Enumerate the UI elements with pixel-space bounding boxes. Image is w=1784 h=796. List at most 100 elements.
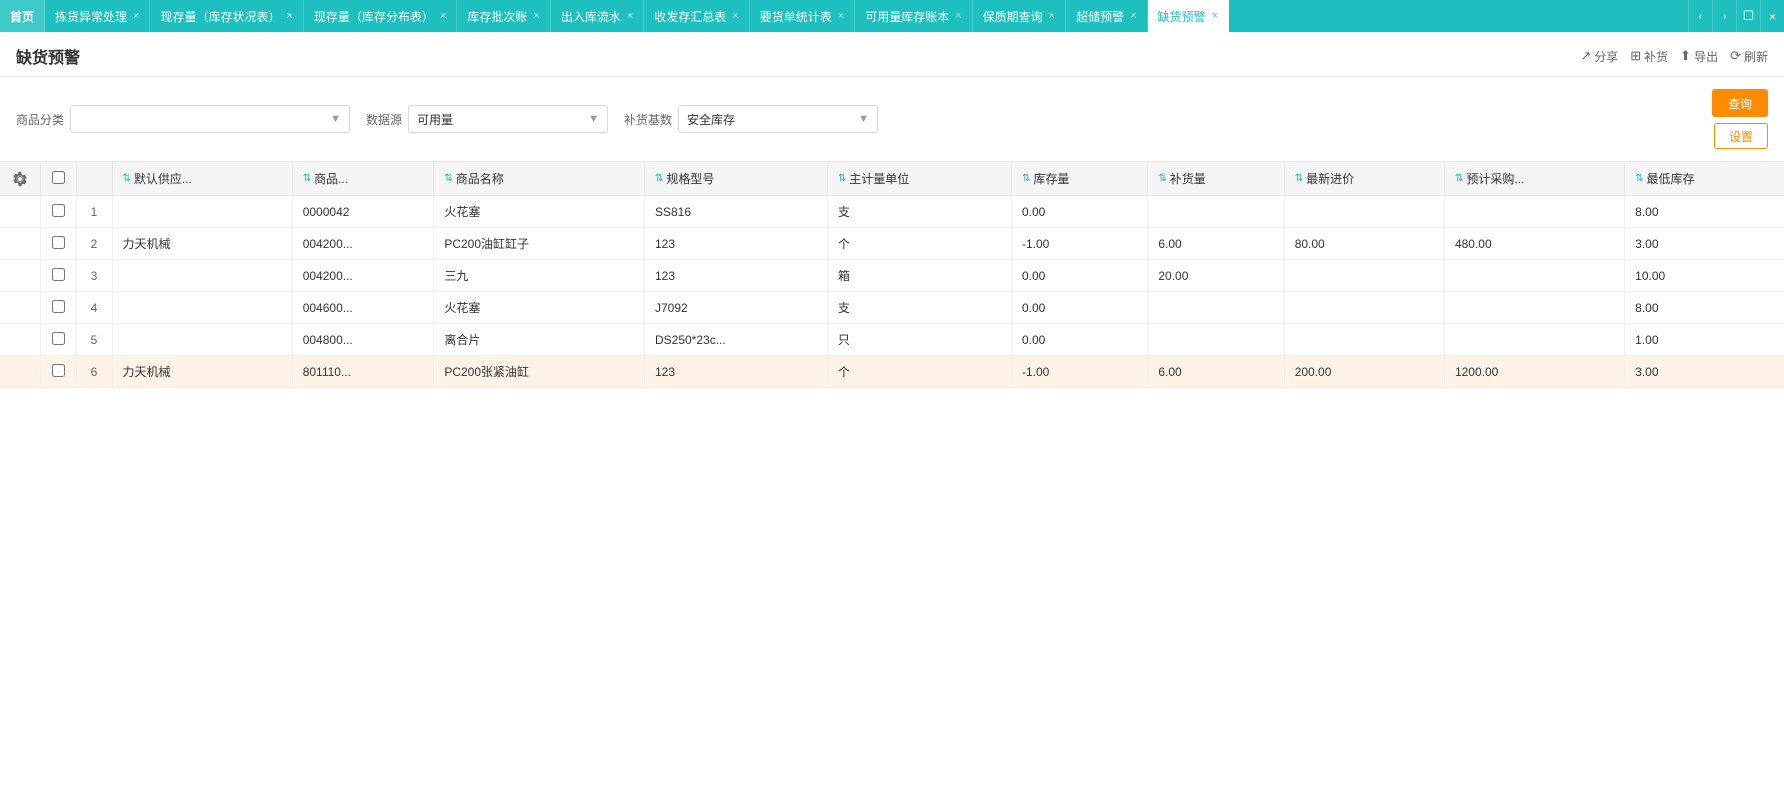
th-product-name[interactable]: ⇅商品名称 xyxy=(434,162,645,196)
spec-sort-icon: ⇅ xyxy=(655,173,663,184)
th-spec[interactable]: ⇅规格型号 xyxy=(645,162,828,196)
settings-button[interactable]: 设置 xyxy=(1714,123,1768,149)
row-settings-1[interactable] xyxy=(0,228,40,260)
row-check-5[interactable] xyxy=(52,364,65,377)
row-checkbox-1[interactable] xyxy=(40,228,76,260)
th-product-code[interactable]: ⇅商品... xyxy=(292,162,434,196)
nav-tab-summary[interactable]: 收发存汇总表× xyxy=(644,0,749,32)
row-settings-5[interactable] xyxy=(0,356,40,388)
th-min-stock[interactable]: ⇅最低库存 xyxy=(1625,162,1784,196)
row-stock-3: 0.00 xyxy=(1012,292,1148,324)
row-price-3 xyxy=(1284,292,1444,324)
unit-sort-icon: ⇅ xyxy=(838,173,846,184)
tab-close-batch[interactable]: × xyxy=(533,10,539,22)
datasource-select[interactable]: 可用量 ▼ xyxy=(408,105,608,133)
nav-tab-stock1[interactable]: 现存量（库存状况表）× xyxy=(150,0,303,32)
datasource-chevron-icon: ▼ xyxy=(588,113,599,125)
row-supplier-2 xyxy=(112,260,292,292)
replenish-label: 补货基数 xyxy=(624,111,672,128)
stock-sort-icon: ⇅ xyxy=(1022,173,1030,184)
row-settings-4[interactable] xyxy=(0,324,40,356)
replenish-btn[interactable]: ⊞ 补货 xyxy=(1630,48,1668,65)
tab-close-pickup[interactable]: × xyxy=(133,10,139,22)
nav-tab-flow[interactable]: 出入库流水× xyxy=(551,0,644,32)
row-settings-0[interactable] xyxy=(0,196,40,228)
row-checkbox-4[interactable] xyxy=(40,324,76,356)
price-sort-icon: ⇅ xyxy=(1295,173,1303,184)
nav-tab-expiry[interactable]: 保质期查询× xyxy=(973,0,1066,32)
filter-category: 商品分类 ▼ xyxy=(16,105,350,133)
row-stock-4: 0.00 xyxy=(1012,324,1148,356)
th-checkbox[interactable] xyxy=(40,162,76,196)
row-name-2: 三九 xyxy=(434,260,645,292)
row-checkbox-5[interactable] xyxy=(40,356,76,388)
window-restore-btn[interactable]: ☐ xyxy=(1736,0,1760,32)
nav-tab-home[interactable]: 首页 xyxy=(0,0,45,32)
th-replenish[interactable]: ⇅补货量 xyxy=(1148,162,1284,196)
select-all-checkbox[interactable] xyxy=(52,171,65,184)
refresh-btn[interactable]: ⟳ 刷新 xyxy=(1730,48,1768,65)
table-header-row: ⇅默认供应... ⇅商品... ⇅商品名称 ⇅规格型号 ⇅主计量单位 xyxy=(0,162,1784,196)
th-default-supplier[interactable]: ⇅默认供应... xyxy=(112,162,292,196)
nav-tab-batch[interactable]: 库存批次账× xyxy=(457,0,550,32)
nav-prev-btn[interactable]: ‹ xyxy=(1688,0,1712,32)
nav-arrows: ‹ › ☐ × xyxy=(1688,0,1784,32)
replenish-select[interactable]: 安全库存 ▼ xyxy=(678,105,878,133)
row-settings-3[interactable] xyxy=(0,292,40,324)
filter-replenish: 补货基数 安全库存 ▼ xyxy=(624,105,878,133)
table-row: 4004600...火花塞J7092支0.008.00 xyxy=(0,292,1784,324)
share-btn[interactable]: ↗ 分享 xyxy=(1580,48,1618,65)
main-content: 缺货预警 ↗ 分享 ⊞ 补货 ⬆ 导出 ⟳ 刷新 商品分类 xyxy=(0,32,1784,796)
tab-close-expiry[interactable]: × xyxy=(1049,10,1055,22)
row-checkbox-3[interactable] xyxy=(40,292,76,324)
nav-tab-stock2[interactable]: 现存量（库存分布表）× xyxy=(304,0,457,32)
row-est-3 xyxy=(1444,292,1624,324)
row-replenish-3 xyxy=(1148,292,1284,324)
replenish-sort-icon: ⇅ xyxy=(1158,173,1166,184)
th-latest-price[interactable]: ⇅最新进价 xyxy=(1284,162,1444,196)
row-checkbox-2[interactable] xyxy=(40,260,76,292)
th-num xyxy=(76,162,112,196)
row-check-1[interactable] xyxy=(52,236,65,249)
row-min-2: 10.00 xyxy=(1625,260,1784,292)
nav-tab-shortage[interactable]: 缺货预警× xyxy=(1148,0,1229,32)
tab-close-stock1[interactable]: × xyxy=(286,10,292,22)
row-unit-2: 箱 xyxy=(827,260,1011,292)
row-est-5: 1200.00 xyxy=(1444,356,1624,388)
export-btn[interactable]: ⬆ 导出 xyxy=(1680,48,1718,65)
nav-tab-available[interactable]: 可用量库存账本× xyxy=(855,0,972,32)
th-est-purchase[interactable]: ⇅预计采购... xyxy=(1444,162,1624,196)
row-check-2[interactable] xyxy=(52,268,65,281)
row-code-3: 004600... xyxy=(292,292,434,324)
row-name-1: PC200油缸缸子 xyxy=(434,228,645,260)
th-settings[interactable] xyxy=(0,162,40,196)
tab-close-stock2[interactable]: × xyxy=(440,10,446,22)
row-stock-0: 0.00 xyxy=(1012,196,1148,228)
row-price-5: 200.00 xyxy=(1284,356,1444,388)
row-checkbox-0[interactable] xyxy=(40,196,76,228)
th-stock[interactable]: ⇅库存量 xyxy=(1012,162,1148,196)
category-select[interactable]: ▼ xyxy=(70,105,350,133)
replenish-value: 安全库存 xyxy=(687,111,735,128)
tab-close-overstock[interactable]: × xyxy=(1130,10,1136,22)
tab-close-shortage[interactable]: × xyxy=(1212,10,1218,22)
nav-tab-pickup[interactable]: 拣货异常处理× xyxy=(45,0,150,32)
tab-close-available[interactable]: × xyxy=(955,10,961,22)
row-code-2: 004200... xyxy=(292,260,434,292)
row-check-3[interactable] xyxy=(52,300,65,313)
row-min-4: 1.00 xyxy=(1625,324,1784,356)
nav-tab-overstock[interactable]: 超储预警× xyxy=(1066,0,1147,32)
row-price-2 xyxy=(1284,260,1444,292)
window-close-btn[interactable]: × xyxy=(1760,0,1784,32)
row-check-0[interactable] xyxy=(52,204,65,217)
tab-close-flow[interactable]: × xyxy=(627,10,633,22)
row-spec-2: 123 xyxy=(645,260,828,292)
tab-close-summary[interactable]: × xyxy=(732,10,738,22)
th-unit[interactable]: ⇅主计量单位 xyxy=(827,162,1011,196)
nav-next-btn[interactable]: › xyxy=(1712,0,1736,32)
row-check-4[interactable] xyxy=(52,332,65,345)
row-settings-2[interactable] xyxy=(0,260,40,292)
query-button[interactable]: 查询 xyxy=(1712,89,1768,117)
nav-tab-order-stat[interactable]: 要货单统计表× xyxy=(750,0,855,32)
tab-close-order-stat[interactable]: × xyxy=(838,10,844,22)
